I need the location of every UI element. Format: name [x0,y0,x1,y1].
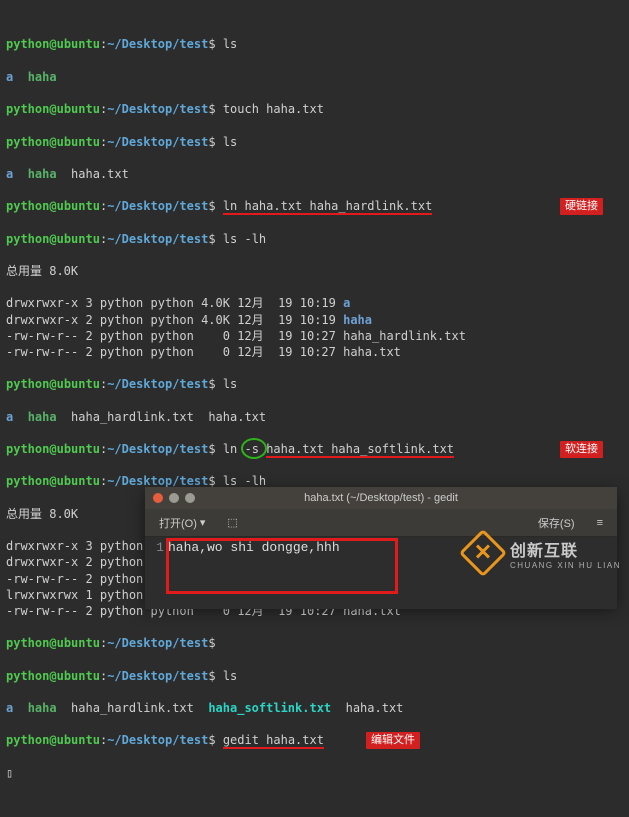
line-ln-soft: python@ubuntu:~/Desktop/test$ ln -s haha… [6,441,623,457]
maximize-icon[interactable] [185,493,195,503]
gedit-title: haha.txt (~/Desktop/test) - gedit [304,492,458,504]
line-ls4: python@ubuntu:~/Desktop/test$ ls [6,668,623,684]
listing-row: drwxrwxr-x 3 python python 4.0K 12月 19 1… [6,295,623,311]
new-tab-button[interactable]: ⬚ [221,514,243,531]
listing-row: -rw-rw-r-- 2 python python 0 12月 19 10:2… [6,344,623,360]
annotation-hardlink: 硬链接 [560,198,603,215]
line-ls2: python@ubuntu:~/Desktop/test$ ls [6,134,623,150]
close-icon[interactable] [153,493,163,503]
open-button[interactable]: 打开(O) ▾ [153,513,211,533]
annotation-editfile: 编辑文件 [366,732,420,749]
line-number: 1 [150,540,164,606]
listing1: drwxrwxr-x 3 python python 4.0K 12月 19 1… [6,295,623,360]
ls-out1: a haha [6,69,623,85]
line-ln-hard: python@ubuntu:~/Desktop/test$ ln haha.tx… [6,198,623,214]
chevron-down-icon: ▾ [200,516,206,529]
line-touch: python@ubuntu:~/Desktop/test$ touch haha… [6,101,623,117]
line-lslh1: python@ubuntu:~/Desktop/test$ ls -lh [6,231,623,247]
watermark-cn: 创新互联 [510,537,621,561]
gedit-titlebar[interactable]: haha.txt (~/Desktop/test) - gedit [145,487,617,509]
terminal[interactable]: python@ubuntu:~/Desktop/test$ ls a haha … [0,0,629,817]
watermark: 创新互联 CHUANG XIN HU LIAN [464,534,621,572]
line-empty1: python@ubuntu:~/Desktop/test$ [6,635,623,651]
minimize-icon[interactable] [169,493,179,503]
cursor-line: ▯ [6,765,623,781]
gedit-toolbar: 打开(O) ▾ ⬚ 保存(S) ≡ [145,509,617,537]
ls-out4: a haha haha_hardlink.txt haha_softlink.t… [6,700,623,716]
line-gedit: python@ubuntu:~/Desktop/test$ gedit haha… [6,732,623,748]
save-button[interactable]: 保存(S) [532,513,581,533]
menu-icon[interactable]: ≡ [591,515,609,531]
watermark-en: CHUANG XIN HU LIAN [510,561,621,570]
highlight-box [166,538,398,594]
listing-row: -rw-rw-r-- 2 python python 0 12月 19 10:2… [6,328,623,344]
watermark-logo-icon [464,534,502,572]
ls-out3: a haha haha_hardlink.txt haha.txt [6,409,623,425]
line-ls1: python@ubuntu:~/Desktop/test$ ls [6,36,623,52]
window-controls[interactable] [153,493,195,503]
annotation-softlink: 软连接 [560,441,603,458]
listing-row: drwxrwxr-x 2 python python 4.0K 12月 19 1… [6,312,623,328]
soft-flag-circle: -s [245,441,259,457]
total1: 总用量 8.0K [6,263,623,279]
line-ls3: python@ubuntu:~/Desktop/test$ ls [6,376,623,392]
ls-out2: a haha haha.txt [6,166,623,182]
